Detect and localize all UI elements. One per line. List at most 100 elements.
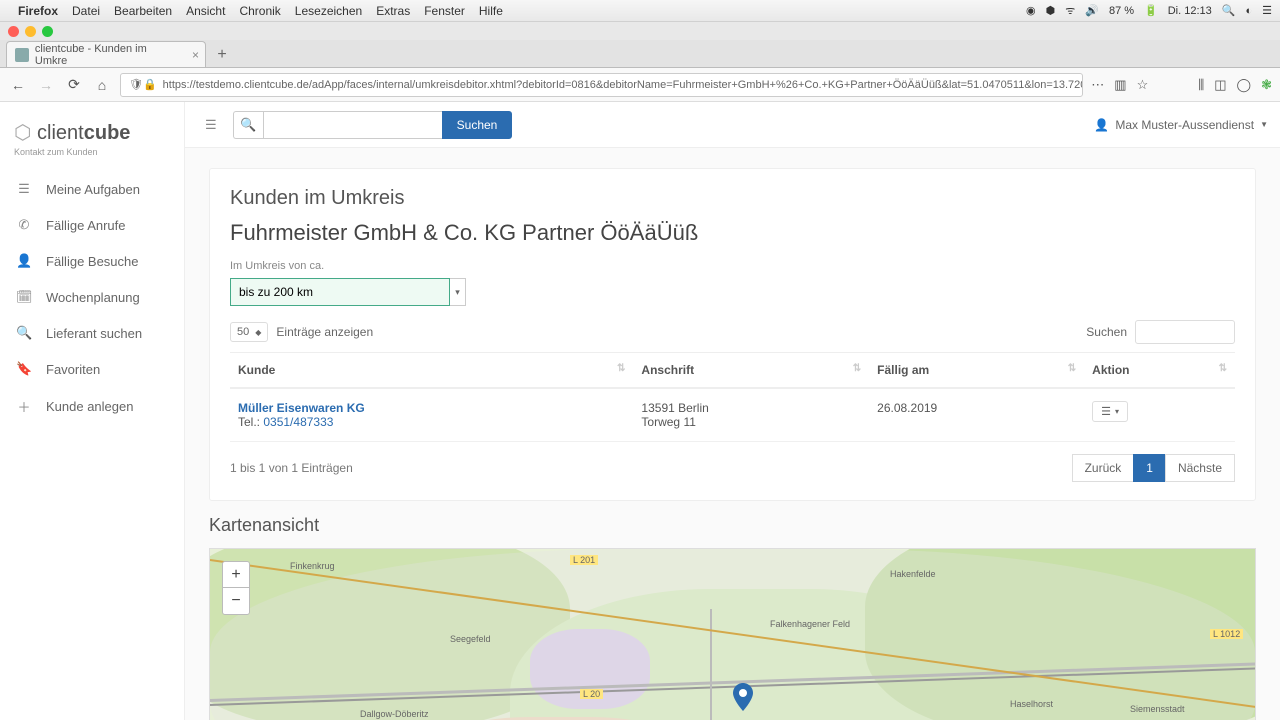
back-button[interactable]: ← [8,75,28,95]
col-aktion: Aktion⇅ [1084,353,1235,389]
sidebar-item-meine-aufgaben[interactable]: ☰ Meine Aufgaben [0,171,184,207]
cube-icon: ⬡ [14,122,37,144]
menu-ansicht[interactable]: Ansicht [186,4,225,18]
forward-button[interactable]: → [36,75,56,95]
menu-bearbeiten[interactable]: Bearbeiten [114,4,172,18]
zoom-in-button[interactable]: + [223,562,249,588]
chevron-icon: ◆ [255,328,261,337]
sort-icon: ⇅ [1219,363,1227,374]
sidebar: ⬡ clientcube Kontakt zum Kunden ☰ Meine A… [0,102,185,720]
mac-menubar: Firefox Datei Bearbeiten Ansicht Chronik… [0,0,1280,22]
radius-dropdown-toggle[interactable]: ▾ [450,278,466,306]
calendar-icon: 🗓 [16,289,32,305]
sidebar-icon[interactable]: ◫ [1214,77,1226,93]
lock-icon: 🔒 [143,78,157,91]
search-button[interactable]: Suchen [442,111,513,139]
pager-prev[interactable]: Zurück [1072,454,1135,482]
pager-page-1[interactable]: 1 [1133,454,1166,482]
maximize-window-button[interactable] [42,26,53,37]
home-button[interactable]: ⌂ [92,75,112,95]
shield-icon: 🛡 [129,78,143,91]
map-marker-icon[interactable] [733,683,753,711]
col-kunde[interactable]: Kunde⇅ [230,353,633,389]
search-icon: 🔍 [16,325,32,341]
sidebar-item-label: Fällige Anrufe [46,218,126,233]
user-menu[interactable]: 👤 Max Muster-Aussendienst ▼ [1094,118,1268,132]
tab-title: clientcube - Kunden im Umkre [35,43,181,67]
user-icon: 👤 [1094,118,1109,132]
map-view[interactable]: Finkenkrug Seegefeld Falkenhagener Feld … [209,548,1256,720]
phone-link[interactable]: 0351/487333 [263,415,333,429]
sidebar-item-kunde-anlegen[interactable]: ＋Kunde anlegen [0,387,184,426]
customers-table: Kunde⇅ Anschrift⇅ Fällig am⇅ Aktion⇅ Mül… [230,352,1235,442]
entries-label: Einträge anzeigen [276,325,373,339]
address-line1: 13591 Berlin [641,401,861,415]
radius-select-input[interactable] [230,278,450,306]
menu-hilfe[interactable]: Hilfe [479,4,503,18]
topbar: ☰ 🔍 Suchen 👤 Max Muster-Aussendienst ▼ [185,102,1280,148]
url-field[interactable]: 🛡 🔒 https://testdemo.clientcube.de/adApp… [120,73,1083,97]
page-size-select[interactable]: 50 ◆ [230,322,268,342]
tel-label: Tel.: [238,415,260,429]
menu-extras[interactable]: Extras [376,4,410,18]
more-icon[interactable]: ⋯ [1091,77,1104,93]
chevron-down-icon: ▼ [1260,120,1268,129]
menu-lesezeichen[interactable]: Lesezeichen [295,4,362,18]
window-chrome [0,22,1280,40]
map-place-label: Siemensstadt [1130,704,1185,714]
minimize-window-button[interactable] [25,26,36,37]
menu-fenster[interactable]: Fenster [424,4,465,18]
volume-icon: 🔊 [1085,4,1099,17]
sort-icon: ⇅ [617,363,625,374]
extensions-icon[interactable]: ❃ [1261,77,1272,93]
col-anschrift[interactable]: Anschrift⇅ [633,353,869,389]
map-title: Kartenansicht [209,515,1256,536]
sort-icon: ⇅ [1068,363,1076,374]
sidebar-item-lieferant-suchen[interactable]: 🔍Lieferant suchen [0,315,184,351]
bookmark-icon: 🔖 [16,361,32,377]
close-window-button[interactable] [8,26,19,37]
menu-icon: ☰ [1101,405,1111,418]
map-road-label: L 20 [580,689,603,699]
menu-chronik[interactable]: Chronik [239,4,280,18]
battery-icon: 🔋 [1144,4,1158,17]
sidebar-item-wochenplanung[interactable]: 🗓Wochenplanung [0,279,184,315]
table-search-input[interactable] [1135,320,1235,344]
library-icon[interactable]: ⫼ [1198,77,1204,93]
sidebar-item-label: Meine Aufgaben [46,182,140,197]
battery-percent: 87 % [1109,5,1134,17]
sidebar-item-favoriten[interactable]: 🔖Favoriten [0,351,184,387]
account-icon[interactable]: ◯ [1237,77,1252,93]
global-search-input[interactable] [263,111,443,139]
map-place-label: Dallgow-Döberitz [360,709,429,719]
bookmark-icon[interactable]: ☆ [1137,77,1149,93]
tab-bar: clientcube - Kunden im Umkre × + [0,40,1280,68]
sidebar-item-faellige-anrufe[interactable]: ✆ Fällige Anrufe [0,207,184,243]
list-icon: ☰ [16,181,32,197]
mac-app-name: Firefox [18,4,58,18]
phone-icon: ✆ [16,217,32,233]
new-tab-button[interactable]: + [210,43,234,67]
page-subtitle: Fuhrmeister GmbH & Co. KG Partner ÖöÄäÜü… [230,220,1235,246]
customer-link[interactable]: Müller Eisenwaren KG [238,401,365,415]
col-faellig[interactable]: Fällig am⇅ [869,353,1084,389]
reload-button[interactable]: ⟳ [64,75,84,95]
person-icon: 👤 [16,253,32,269]
row-action-button[interactable]: ☰ ▾ [1092,401,1128,422]
map-road-label: L 1012 [1210,629,1243,639]
close-tab-icon[interactable]: × [192,48,199,62]
zoom-out-button[interactable]: − [223,588,249,614]
notifications-icon[interactable]: ☰ [1262,4,1272,17]
browser-tab[interactable]: clientcube - Kunden im Umkre × [6,41,206,67]
map-road-label: L 201 [570,555,598,565]
sidebar-item-faellige-besuche[interactable]: 👤Fällige Besuche [0,243,184,279]
sort-icon: ⇅ [853,363,861,374]
reader-icon[interactable]: ▥ [1114,77,1126,93]
map-place-label: Seegefeld [450,634,491,644]
siri-icon[interactable]: ◐ [1245,5,1252,17]
spotlight-icon[interactable]: 🔍 [1222,4,1236,17]
pager-next[interactable]: Nächste [1165,454,1235,482]
hamburger-button[interactable]: ☰ [197,113,225,137]
menu-datei[interactable]: Datei [72,4,100,18]
logo: ⬡ clientcube Kontakt zum Kunden [0,112,184,171]
